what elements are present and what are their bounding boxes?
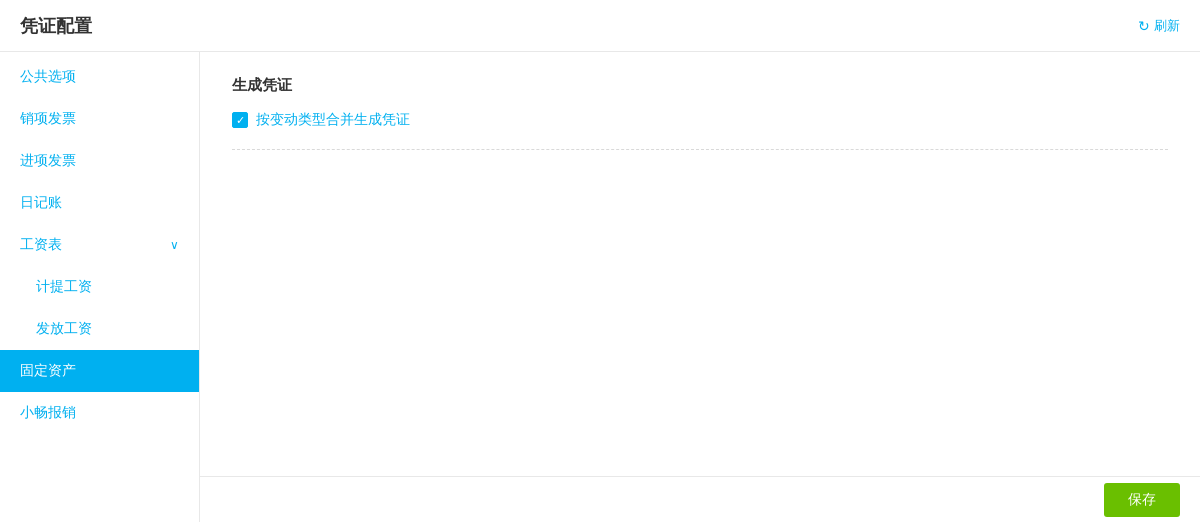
sidebar: 公共选项销项发票进项发票日记账工资表 ∨ 计提工资发放工资固定资产小畅报销	[0, 52, 200, 522]
checkbox-row: 按变动类型合并生成凭证	[232, 111, 1168, 129]
checkbox-label[interactable]: 按变动类型合并生成凭证	[256, 111, 410, 129]
sidebar-item-petty-expense[interactable]: 小畅报销	[0, 392, 199, 434]
sidebar-item-label: 销项发票	[20, 110, 76, 128]
sidebar-item-purchase-invoice[interactable]: 进项发票	[0, 140, 199, 182]
header: 凭证配置 ↻ 刷新	[0, 0, 1200, 52]
section-divider	[232, 149, 1168, 150]
sidebar-item-payroll-provision[interactable]: 计提工资	[0, 266, 199, 308]
chevron-down-icon: ∨	[170, 238, 179, 252]
sidebar-item-label: 日记账	[20, 194, 62, 212]
merge-checkbox[interactable]	[232, 112, 248, 128]
sidebar-item-public-options[interactable]: 公共选项	[0, 56, 199, 98]
sidebar-item-label: 公共选项	[20, 68, 76, 86]
sidebar-item-sales-invoice[interactable]: 销项发票	[0, 98, 199, 140]
refresh-icon: ↻	[1138, 18, 1150, 34]
sidebar-item-journal[interactable]: 日记账	[0, 182, 199, 224]
sidebar-item-label: 发放工资	[36, 320, 92, 338]
sidebar-item-label: 计提工资	[36, 278, 92, 296]
sidebar-item-fixed-assets[interactable]: 固定资产	[0, 350, 199, 392]
section-title: 生成凭证	[232, 76, 1168, 95]
sidebar-item-label: 工资表	[20, 236, 62, 254]
refresh-button[interactable]: ↻ 刷新	[1138, 17, 1180, 35]
refresh-label: 刷新	[1154, 17, 1180, 35]
sidebar-item-payroll[interactable]: 工资表 ∨	[0, 224, 199, 266]
sidebar-item-label: 小畅报销	[20, 404, 76, 422]
sidebar-item-label: 进项发票	[20, 152, 76, 170]
save-button[interactable]: 保存	[1104, 483, 1180, 517]
sidebar-item-label: 固定资产	[20, 362, 76, 380]
main-layout: 公共选项销项发票进项发票日记账工资表 ∨ 计提工资发放工资固定资产小畅报销 生成凭证…	[0, 52, 1200, 522]
sidebar-item-payroll-payment[interactable]: 发放工资	[0, 308, 199, 350]
page-title: 凭证配置	[20, 14, 92, 38]
content-area: 生成凭证 按变动类型合并生成凭证	[200, 52, 1200, 522]
footer: 保存	[200, 476, 1200, 522]
